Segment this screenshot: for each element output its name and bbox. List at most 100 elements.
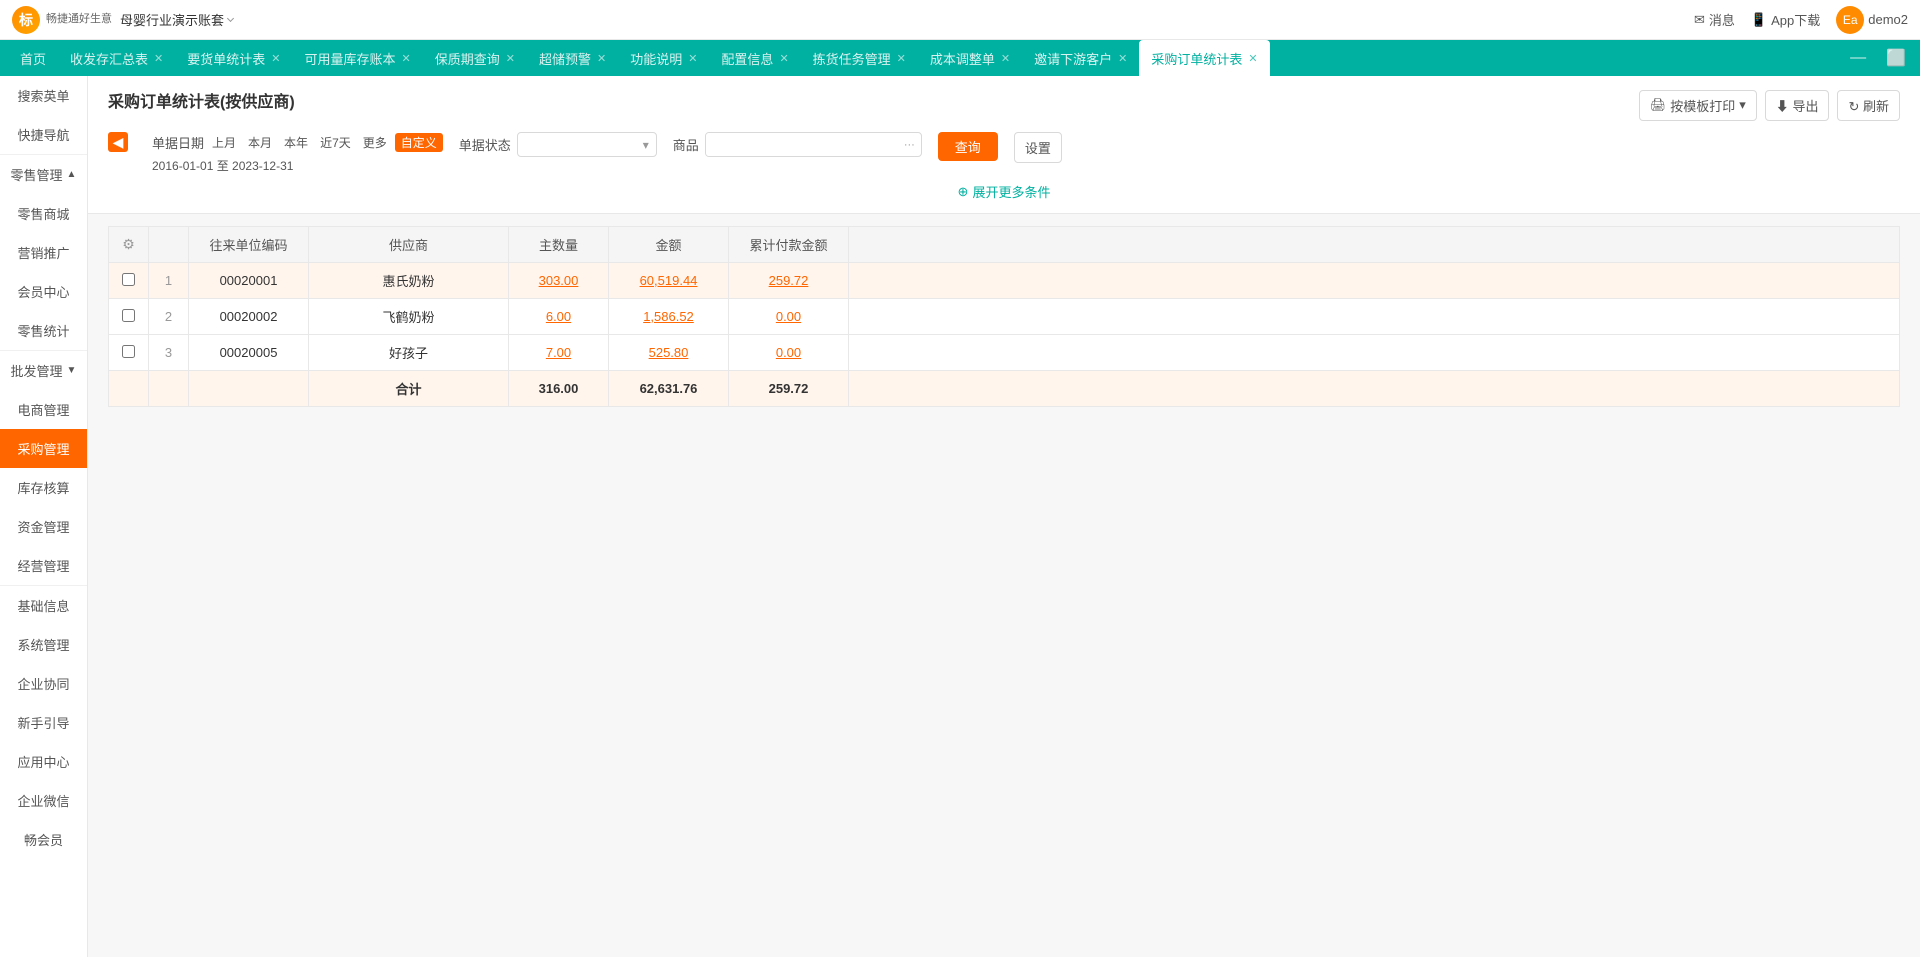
tab-inventory[interactable]: 可用量库存账本 ✕ (292, 40, 422, 76)
date-range-display: 2016-01-01 至 2023-12-31 (152, 157, 443, 174)
amount-link-2[interactable]: 1,586.52 (643, 309, 694, 324)
tab-expiry[interactable]: 保质期查询 ✕ (423, 40, 527, 76)
tab-function[interactable]: 功能说明 ✕ (618, 40, 709, 76)
app-download-button[interactable]: 📱 App下载 (1751, 10, 1820, 29)
paid-link-2[interactable]: 0.00 (776, 309, 801, 324)
sidebar-item-ecommerce[interactable]: 电商管理 (0, 390, 87, 429)
td-amount-1[interactable]: 60,519.44 (609, 263, 729, 299)
tab-config-close[interactable]: ✕ (779, 52, 788, 65)
username: demo2 (1868, 12, 1908, 27)
date-btn-last-month[interactable]: 上月 (208, 132, 240, 153)
th-settings[interactable]: ⚙ (109, 227, 149, 263)
refresh-button[interactable]: ↻ 刷新 (1837, 90, 1900, 121)
goods-input[interactable] (706, 133, 898, 156)
amount-link-3[interactable]: 525.80 (649, 345, 689, 360)
td-qty-3[interactable]: 7.00 (509, 335, 609, 371)
sidebar-item-operation[interactable]: 经营管理 (0, 546, 87, 585)
tab-overstock-close[interactable]: ✕ (597, 52, 606, 65)
row-checkbox-2[interactable] (122, 309, 135, 322)
sidebar-item-retail-stat[interactable]: 零售统计 (0, 311, 87, 350)
tab-purchase-stat[interactable]: 采购订单统计表 ✕ (1139, 40, 1269, 76)
tab-expiry-close[interactable]: ✕ (506, 52, 515, 65)
date-btn-more[interactable]: 更多 (359, 132, 391, 153)
sidebar-item-system[interactable]: 系统管理 (0, 625, 87, 664)
export-button[interactable]: ⬇ 导出 (1765, 90, 1830, 121)
status-select[interactable]: 待审核 已审核 已关闭 (517, 132, 657, 157)
td-check-1[interactable] (109, 263, 149, 299)
nav-maximize-button[interactable]: ⬜ (1880, 46, 1912, 70)
paid-link-3[interactable]: 0.00 (776, 345, 801, 360)
tab-inventory-close[interactable]: ✕ (402, 52, 411, 65)
td-check-3[interactable] (109, 335, 149, 371)
sidebar-item-basic-info[interactable]: 基础信息 (0, 586, 87, 625)
tab-pick-task-close[interactable]: ✕ (897, 52, 906, 65)
settings-button[interactable]: 设置 (1014, 132, 1062, 163)
tab-pick-task[interactable]: 拣货任务管理 ✕ (801, 40, 918, 76)
tab-invite-down-close[interactable]: ✕ (1118, 52, 1127, 65)
row-checkbox-1[interactable] (122, 273, 135, 286)
tab-order-stat[interactable]: 要货单统计表 ✕ (175, 40, 292, 76)
amount-link-1[interactable]: 60,519.44 (640, 273, 698, 288)
sidebar-item-wholesale[interactable]: 批发管理 ▼ (0, 351, 87, 390)
date-btn-this-month[interactable]: 本月 (244, 132, 276, 153)
td-amount-2[interactable]: 1,586.52 (609, 299, 729, 335)
app-download-label: App下载 (1771, 10, 1820, 29)
sidebar-item-marketing[interactable]: 营销推广 (0, 233, 87, 272)
sidebar-item-inventory-check[interactable]: 库存核算 (0, 468, 87, 507)
goods-filter: 商品 ··· (673, 132, 922, 157)
sidebar-item-fund[interactable]: 资金管理 (0, 507, 87, 546)
sidebar-item-enterprise[interactable]: 企业协同 (0, 664, 87, 703)
paid-link-1[interactable]: 259.72 (769, 273, 809, 288)
tab-order-stat-close[interactable]: ✕ (271, 52, 280, 65)
sidebar-item-retail-shop[interactable]: 零售商城 (0, 194, 87, 233)
tab-function-close[interactable]: ✕ (688, 52, 697, 65)
td-check-2[interactable] (109, 299, 149, 335)
td-qty-2[interactable]: 6.00 (509, 299, 609, 335)
nav-minimize-button[interactable]: — (1844, 47, 1872, 69)
sidebar-item-vip[interactable]: 畅会员 (0, 820, 87, 859)
qty-link-3[interactable]: 7.00 (546, 345, 571, 360)
custom-date-tag[interactable]: 自定义 (395, 133, 443, 152)
sidebar-item-enterprise-wx[interactable]: 企业微信 (0, 781, 87, 820)
tab-config[interactable]: 配置信息 ✕ (709, 40, 800, 76)
td-qty-1[interactable]: 303.00 (509, 263, 609, 299)
td-paid-2[interactable]: 0.00 (729, 299, 849, 335)
table-settings-icon[interactable]: ⚙ (122, 236, 135, 252)
tab-invite-down[interactable]: 邀请下游客户 ✕ (1022, 40, 1139, 76)
sidebar-item-member[interactable]: 会员中心 (0, 272, 87, 311)
tab-overstock[interactable]: 超储预警 ✕ (527, 40, 618, 76)
user-avatar-area[interactable]: Ea demo2 (1836, 6, 1908, 34)
tab-purchase-stat-close[interactable]: ✕ (1248, 52, 1257, 65)
tab-receive-pay[interactable]: 收发存汇总表 ✕ (58, 40, 175, 76)
sidebar-item-app-center[interactable]: 应用中心 (0, 742, 87, 781)
tab-home-label: 首页 (20, 49, 46, 68)
query-button[interactable]: 查询 (938, 132, 998, 161)
sidebar-item-quick-nav[interactable]: 快捷导航 (0, 115, 87, 154)
date-btn-7days[interactable]: 近7天 (316, 132, 355, 153)
messages-button[interactable]: ✉ 消息 (1694, 10, 1735, 29)
td-paid-1[interactable]: 259.72 (729, 263, 849, 299)
sidebar-label-basic-info: 基础信息 (17, 599, 69, 614)
td-amount-3[interactable]: 525.80 (609, 335, 729, 371)
th-idx (149, 227, 189, 263)
filter-toggle-button[interactable]: ◀ (108, 132, 128, 152)
sidebar-item-purchase[interactable]: 采购管理 (0, 429, 87, 468)
td-code-2: 00020002 (189, 299, 309, 335)
sidebar-item-newcomer[interactable]: 新手引导 (0, 703, 87, 742)
expand-more-button[interactable]: ⊕ 展开更多条件 (958, 182, 1051, 201)
template-print-button[interactable]: 🖨 按模板打印 ▾ (1639, 90, 1757, 121)
sidebar-item-search[interactable]: 搜索英单 (0, 76, 87, 115)
td-paid-3[interactable]: 0.00 (729, 335, 849, 371)
sidebar-item-retail-mgmt[interactable]: 零售管理 ▲ (0, 155, 87, 194)
date-btn-this-year[interactable]: 本年 (280, 132, 312, 153)
goods-input-more-icon[interactable]: ··· (898, 135, 921, 155)
qty-link-2[interactable]: 6.00 (546, 309, 571, 324)
row-checkbox-3[interactable] (122, 345, 135, 358)
workspace-selector[interactable]: 母婴行业演示账套 (120, 10, 233, 29)
tab-home[interactable]: 首页 (8, 40, 58, 76)
tab-receive-pay-close[interactable]: ✕ (154, 52, 163, 65)
settings-label: 设置 (1025, 141, 1051, 156)
qty-link-1[interactable]: 303.00 (539, 273, 579, 288)
tab-cost-adjust-close[interactable]: ✕ (1001, 52, 1010, 65)
tab-cost-adjust[interactable]: 成本调整单 ✕ (918, 40, 1022, 76)
